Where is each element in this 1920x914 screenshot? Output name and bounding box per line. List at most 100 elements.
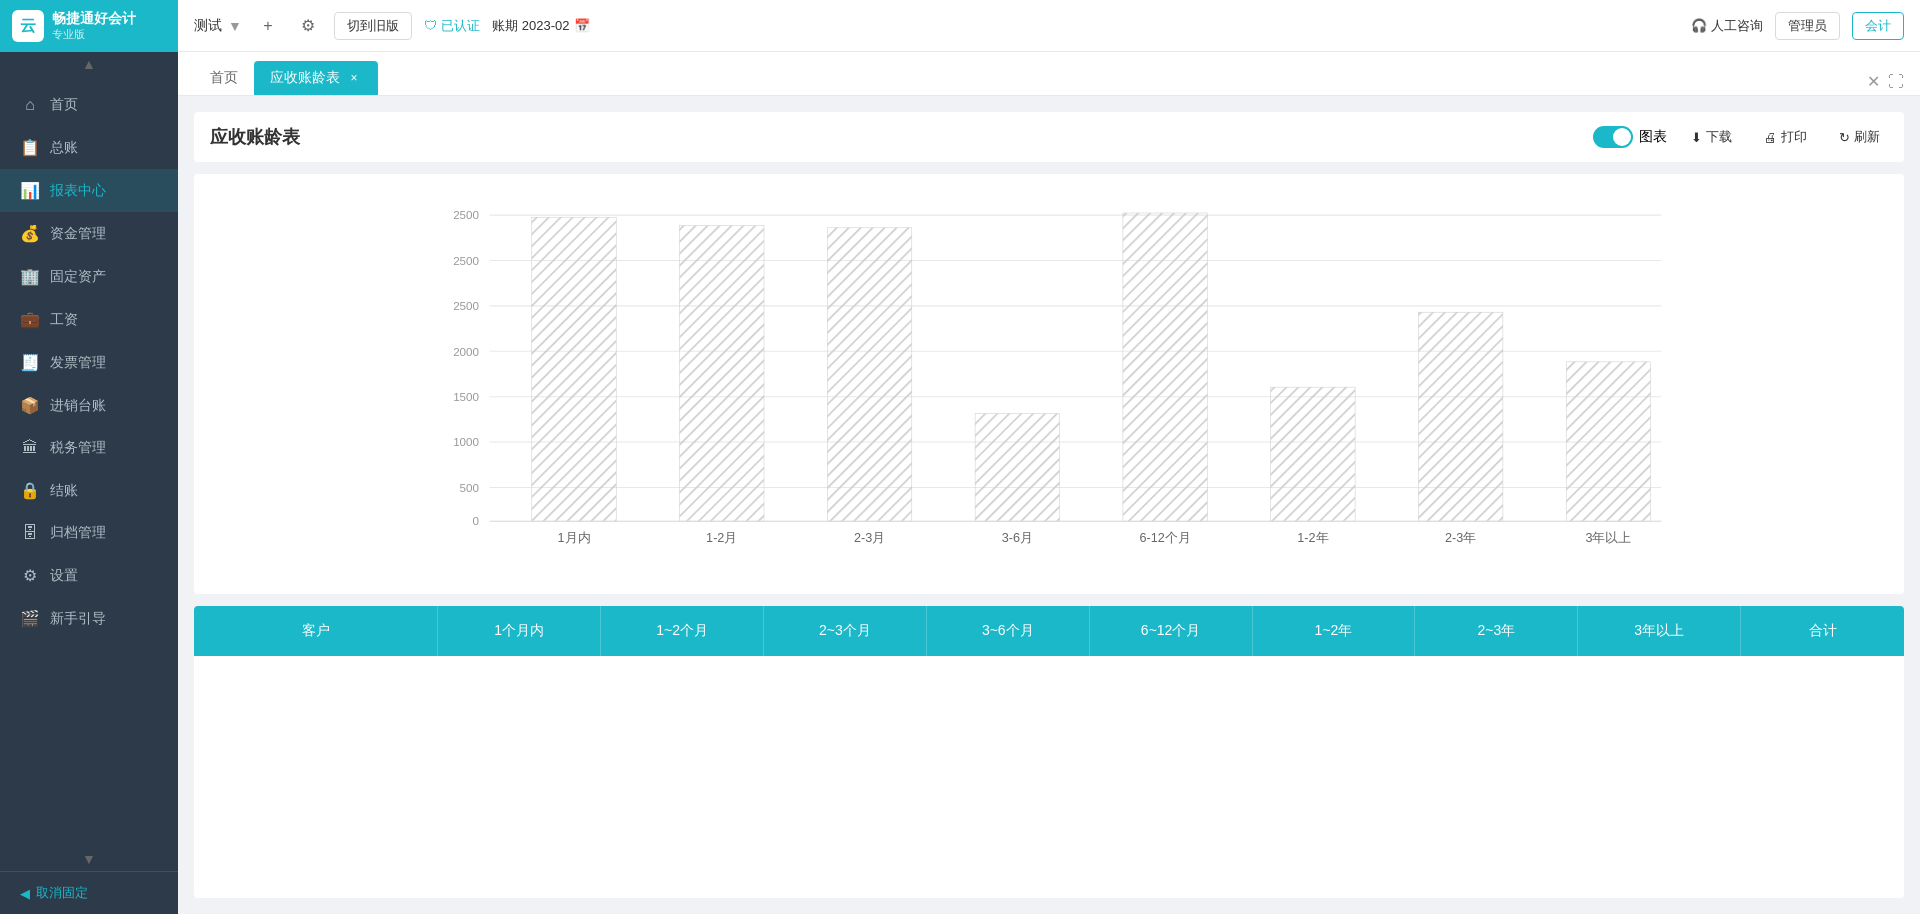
chart-toggle[interactable] [1593, 126, 1633, 148]
sidebar-item-trade[interactable]: 📦 进销台账 [0, 384, 178, 427]
bar-2 [680, 226, 764, 522]
closing-icon: 🔒 [20, 481, 40, 500]
tab-expand-btn[interactable]: ⛶ [1888, 73, 1904, 91]
home-icon: ⌂ [20, 96, 40, 114]
sidebar-scroll-down[interactable]: ▼ [0, 847, 178, 871]
verified-badge: 🛡 已认证 [424, 17, 480, 35]
tax-icon: 🏛 [20, 439, 40, 457]
sidebar-logo: 云 畅捷通好会计 专业版 [0, 0, 178, 52]
sidebar-item-home[interactable]: ⌂ 首页 [0, 84, 178, 126]
svg-text:500: 500 [460, 481, 479, 494]
svg-text:3年以上: 3年以上 [1585, 531, 1631, 545]
sidebar-item-tax[interactable]: 🏛 税务管理 [0, 427, 178, 469]
tax-label: 税务管理 [50, 439, 106, 457]
print-icon: 🖨 [1764, 130, 1777, 145]
old-version-btn[interactable]: 切到旧版 [334, 12, 412, 40]
add-project-btn[interactable]: + [254, 12, 282, 40]
sidebar-scroll-up[interactable]: ▲ [0, 52, 178, 76]
refresh-label: 刷新 [1854, 128, 1880, 146]
fund-label: 资金管理 [50, 225, 106, 243]
bar-4 [975, 414, 1059, 522]
reports-label: 报表中心 [50, 182, 106, 200]
salary-icon: 💼 [20, 310, 40, 329]
settings-label: 设置 [50, 567, 78, 585]
settings-icon: ⚙ [20, 566, 40, 585]
assets-label: 固定资产 [50, 268, 106, 286]
table-header-6: 1~2年 [1253, 606, 1416, 656]
sidebar-item-ledger[interactable]: 📋 总账 [0, 126, 178, 169]
calendar-icon[interactable]: 📅 [574, 18, 590, 33]
download-icon: ⬇ [1691, 130, 1702, 145]
svg-text:1-2年: 1-2年 [1297, 531, 1328, 545]
tab-close-window-btn[interactable]: ✕ [1867, 72, 1880, 91]
bar-8 [1566, 362, 1650, 521]
project-dropdown-icon[interactable]: ▼ [228, 18, 242, 34]
support-btn[interactable]: 🎧 人工咨询 [1691, 17, 1763, 35]
table-header-0: 客户 [194, 606, 438, 656]
sidebar-item-settings[interactable]: ⚙ 设置 [0, 554, 178, 597]
sidebar-item-archive[interactable]: 🗄 归档管理 [0, 512, 178, 554]
refresh-icon: ↻ [1839, 130, 1850, 145]
chart-toggle-label: 图表 [1639, 128, 1667, 146]
sidebar-item-guide[interactable]: 🎬 新手引导 [0, 597, 178, 640]
print-btn[interactable]: 🖨 打印 [1756, 124, 1815, 150]
svg-text:2000: 2000 [453, 345, 479, 358]
bar-chart: 2500 2500 2500 2000 1500 1000 500 0 1月内 [224, 194, 1874, 574]
page-title: 应收账龄表 [210, 125, 300, 149]
sidebar-item-reports[interactable]: 📊 报表中心 [0, 169, 178, 212]
svg-text:1000: 1000 [453, 435, 479, 448]
tab-close-aging[interactable]: × [346, 70, 362, 86]
table-header-2: 1~2个月 [601, 606, 764, 656]
print-label: 打印 [1781, 128, 1807, 146]
salary-label: 工资 [50, 311, 78, 329]
main-area: 测试 ▼ + ⚙ 切到旧版 🛡 已认证 账期 2023-02 📅 🎧 人工咨询 … [178, 0, 1920, 914]
ledger-label: 总账 [50, 139, 78, 157]
tab-aging[interactable]: 应收账龄表 × [254, 61, 378, 95]
sidebar-item-assets[interactable]: 🏢 固定资产 [0, 255, 178, 298]
sidebar-unfix-label: 取消固定 [36, 884, 88, 902]
period-display: 账期 2023-02 📅 [492, 17, 590, 35]
bar-7 [1418, 312, 1502, 521]
role-btn[interactable]: 会计 [1852, 12, 1904, 40]
refresh-btn[interactable]: ↻ 刷新 [1831, 124, 1888, 150]
chart-container: 2500 2500 2500 2000 1500 1000 500 0 1月内 [194, 174, 1904, 594]
page-header: 应收账龄表 图表 ⬇ 下载 🖨 打印 ↻ 刷新 [194, 112, 1904, 162]
bar-6 [1271, 387, 1355, 521]
tabbar: 首页应收账龄表 × ✕ ⛶ [178, 52, 1920, 96]
trade-label: 进销台账 [50, 397, 106, 415]
invoice-label: 发票管理 [50, 354, 106, 372]
archive-icon: 🗄 [20, 524, 40, 542]
topbar-right: 🎧 人工咨询 管理员 会计 [1691, 12, 1904, 40]
user-btn[interactable]: 管理员 [1775, 12, 1840, 40]
project-name: 测试 [194, 17, 222, 35]
tab-home[interactable]: 首页 [194, 61, 254, 95]
page-actions: 图表 ⬇ 下载 🖨 打印 ↻ 刷新 [1593, 124, 1888, 150]
svg-text:1500: 1500 [453, 390, 479, 403]
download-btn[interactable]: ⬇ 下载 [1683, 124, 1740, 150]
period-label: 账期 [492, 17, 518, 35]
settings-btn[interactable]: ⚙ [294, 12, 322, 40]
sidebar-item-closing[interactable]: 🔒 结账 [0, 469, 178, 512]
sidebar-item-fund[interactable]: 💰 资金管理 [0, 212, 178, 255]
table-header-3: 2~3个月 [764, 606, 927, 656]
svg-text:3-6月: 3-6月 [1002, 531, 1033, 545]
sidebar-item-salary[interactable]: 💼 工资 [0, 298, 178, 341]
sidebar: 云 畅捷通好会计 专业版 ▲ ⌂ 首页 📋 总账 📊 报表中心 💰 资金管理 🏢… [0, 0, 178, 914]
support-label: 人工咨询 [1711, 17, 1763, 35]
tab-label-aging: 应收账龄表 [270, 69, 340, 87]
guide-icon: 🎬 [20, 609, 40, 628]
content-area: 应收账龄表 图表 ⬇ 下载 🖨 打印 ↻ 刷新 [178, 96, 1920, 914]
svg-text:2500: 2500 [453, 254, 479, 267]
table-header-4: 3~6个月 [927, 606, 1090, 656]
svg-text:1月内: 1月内 [557, 531, 590, 545]
topbar: 测试 ▼ + ⚙ 切到旧版 🛡 已认证 账期 2023-02 📅 🎧 人工咨询 … [178, 0, 1920, 52]
guide-label: 新手引导 [50, 610, 106, 628]
invoice-icon: 🧾 [20, 353, 40, 372]
sidebar-unfix-btn[interactable]: ◀ 取消固定 [0, 871, 178, 914]
logo-title: 畅捷通好会计 [52, 10, 136, 27]
archive-label: 归档管理 [50, 524, 106, 542]
chart-toggle-group: 图表 [1593, 126, 1667, 148]
sidebar-item-invoice[interactable]: 🧾 发票管理 [0, 341, 178, 384]
svg-text:2500: 2500 [453, 299, 479, 312]
shield-icon: 🛡 [424, 18, 437, 33]
